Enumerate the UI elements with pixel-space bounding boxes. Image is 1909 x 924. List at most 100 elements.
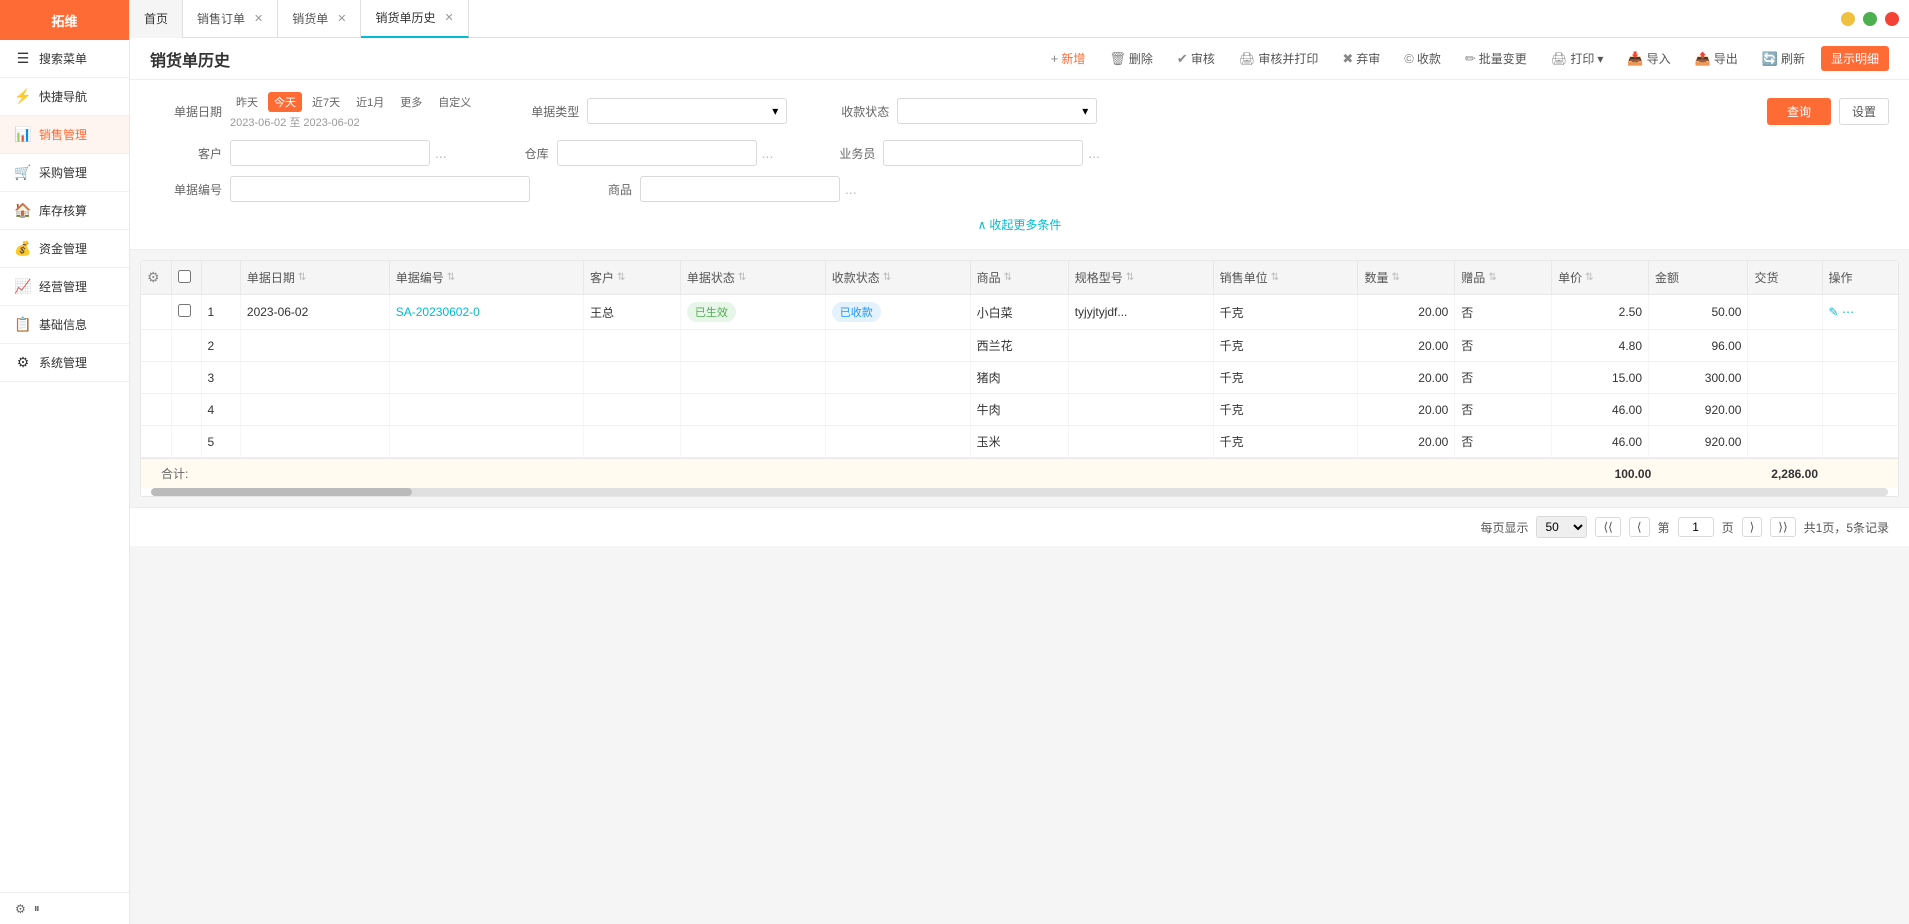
add-button[interactable]: + 新增 (1043, 46, 1094, 71)
horizontal-scrollbar[interactable] (151, 488, 1888, 496)
table-row: 2 西兰花 千克 20.00 否 4.80 96.00 (141, 330, 1898, 362)
filter-setting-button[interactable]: 设置 (1839, 98, 1889, 125)
th-gift[interactable]: 赠品 ⇅ (1455, 261, 1552, 295)
customer-dots[interactable]: ... (435, 145, 447, 161)
doc-type-select[interactable]: ▾ (587, 98, 787, 124)
search-button[interactable]: 查询 (1767, 98, 1831, 125)
sidebar-item-sales-mgmt[interactable]: 📊 销售管理 (0, 116, 129, 154)
cell-docstatus-0: 已生效 (680, 295, 825, 330)
audit-print-button[interactable]: 🖨 审核并打印 (1231, 46, 1327, 71)
sidebar-item-sys-mgmt[interactable]: ⚙ 系统管理 (0, 344, 129, 382)
tab-sales-order-close[interactable]: ✕ (254, 12, 263, 25)
th-qty[interactable]: 数量 ⇅ (1358, 261, 1455, 295)
date-tag-7days[interactable]: 近7天 (306, 92, 346, 112)
batch-change-button[interactable]: ✏ 批量变更 (1457, 46, 1535, 71)
doc-status-sort-icon: ⇅ (738, 272, 746, 283)
th-unit[interactable]: 销售单位 ⇅ (1213, 261, 1358, 295)
th-settings[interactable]: ⚙ (141, 261, 171, 295)
warehouse-input[interactable] (557, 140, 757, 166)
cell-settings-1 (141, 330, 171, 362)
cell-goods-2: 猪肉 (970, 362, 1068, 394)
cell-amount-1: 96.00 (1649, 330, 1748, 362)
row-checkbox-0[interactable] (178, 304, 191, 317)
scrollbar-thumb[interactable] (151, 488, 412, 496)
prev-page-button[interactable]: ⟨ (1629, 517, 1650, 537)
goods-dots[interactable]: ... (845, 181, 857, 197)
tab-sales-delivery[interactable]: 销货单 ✕ (278, 0, 361, 38)
export-button[interactable]: 📤 导出 (1687, 46, 1746, 71)
abandon-button[interactable]: ✖ 弃审 (1334, 46, 1388, 71)
cell-settings-2 (141, 362, 171, 394)
salesperson-dots[interactable]: ... (1088, 145, 1100, 161)
th-doc-no[interactable]: 单据编号 ⇅ (389, 261, 583, 295)
qty-sort-icon: ⇅ (1391, 272, 1399, 283)
collect-button[interactable]: © 收款 (1396, 46, 1449, 71)
select-all-checkbox[interactable] (178, 270, 191, 283)
first-page-button[interactable]: ⟨⟨ (1595, 517, 1620, 537)
next-page-button[interactable]: ⟩ (1742, 517, 1763, 537)
date-tag-today[interactable]: 今天 (268, 92, 302, 112)
th-price[interactable]: 单价 ⇅ (1552, 261, 1649, 295)
goods-input[interactable] (640, 176, 840, 202)
cell-unit-0: 千克 (1213, 295, 1358, 330)
tab-sales-order[interactable]: 销售订单 ✕ (183, 0, 278, 38)
docno-input[interactable] (230, 176, 530, 202)
payment-status-label: 收款状态 (817, 103, 897, 120)
display-detail-button[interactable]: 显示明细 (1821, 46, 1889, 71)
tab-sales-delivery-close[interactable]: ✕ (337, 12, 346, 25)
warehouse-dots[interactable]: ... (762, 145, 774, 161)
th-payment-status[interactable]: 收款状态 ⇅ (825, 261, 970, 295)
payment-status-select[interactable]: ▾ (897, 98, 1097, 124)
date-tag-custom[interactable]: 自定义 (432, 92, 477, 112)
sidebar-item-basic-info[interactable]: 📋 基础信息 (0, 306, 129, 344)
th-doc-status[interactable]: 单据状态 ⇅ (680, 261, 825, 295)
tab-home[interactable]: 首页 (130, 0, 183, 38)
cell-docstatus-3 (680, 394, 825, 426)
sidebar-item-purchase-mgmt[interactable]: 🛒 采购管理 (0, 154, 129, 192)
page-size-select[interactable]: 50 100 (1536, 516, 1587, 538)
customer-input[interactable] (230, 140, 430, 166)
action-more-0[interactable]: ⋯ (1842, 305, 1854, 319)
refresh-button[interactable]: 🔄 刷新 (1754, 46, 1813, 71)
cell-settings-3 (141, 394, 171, 426)
sidebar-item-search-menu[interactable]: ☰ 搜索菜单 (0, 40, 129, 78)
tab-sales-history-close[interactable]: ✕ (445, 11, 454, 24)
payment-status-sort-icon: ⇅ (883, 272, 891, 283)
filter-row-1: 单据日期 昨天 今天 近7天 近1月 更多 自定义 2023-06-02 至 2… (150, 92, 1889, 130)
action-edit-0[interactable]: ✎ (1829, 305, 1839, 319)
cell-paymentstatus-0: 已收款 (825, 295, 970, 330)
page-number-input[interactable] (1678, 517, 1714, 537)
cell-transaction-0 (1748, 295, 1822, 330)
audit-button[interactable]: ✔ 审核 (1169, 46, 1223, 71)
minimize-btn[interactable] (1841, 12, 1855, 26)
sidebar-settings-btn[interactable]: ⚙ ⏸ (0, 893, 129, 924)
tab-sales-history[interactable]: 销货单历史 ✕ (361, 0, 468, 38)
date-tag-1month[interactable]: 近1月 (350, 92, 390, 112)
date-tag-more[interactable]: 更多 (394, 92, 428, 112)
cell-action-0: ✎ ⋯ (1822, 295, 1898, 330)
collapse-filter-button[interactable]: ∧ 收起更多条件 (150, 212, 1889, 237)
cell-spec-0: tyjyjtyjdf... (1068, 295, 1213, 330)
th-spec[interactable]: 规格型号 ⇅ (1068, 261, 1213, 295)
table-settings-icon[interactable]: ⚙ (147, 269, 160, 285)
sidebar-label-quick-nav: 快捷导航 (39, 88, 87, 105)
sidebar-item-inventory[interactable]: 🏠 库存核算 (0, 192, 129, 230)
date-tag-yesterday[interactable]: 昨天 (230, 92, 264, 112)
sidebar-item-quick-nav[interactable]: ⚡ 快捷导航 (0, 78, 129, 116)
filter-warehouse-field: 仓库 ... (477, 140, 774, 166)
close-btn[interactable] (1885, 12, 1899, 26)
sidebar-item-operations[interactable]: 📈 经营管理 (0, 268, 129, 306)
print-button[interactable]: 🖨 打印 ▾ (1543, 46, 1612, 71)
sys-mgmt-icon: ⚙ (15, 355, 31, 371)
maximize-btn[interactable] (1863, 12, 1877, 26)
import-button[interactable]: 📥 导入 (1619, 46, 1678, 71)
th-customer[interactable]: 客户 ⇅ (584, 261, 681, 295)
sidebar-item-finance[interactable]: 💰 资金管理 (0, 230, 129, 268)
delete-button[interactable]: 🗑 删除 (1101, 46, 1161, 71)
th-goods[interactable]: 商品 ⇅ (970, 261, 1068, 295)
th-date[interactable]: 单据日期 ⇅ (240, 261, 389, 295)
cell-qty-4: 20.00 (1358, 426, 1455, 458)
salesperson-input[interactable] (883, 140, 1083, 166)
cell-gift-0: 否 (1455, 295, 1552, 330)
last-page-button[interactable]: ⟩⟩ (1770, 517, 1795, 537)
